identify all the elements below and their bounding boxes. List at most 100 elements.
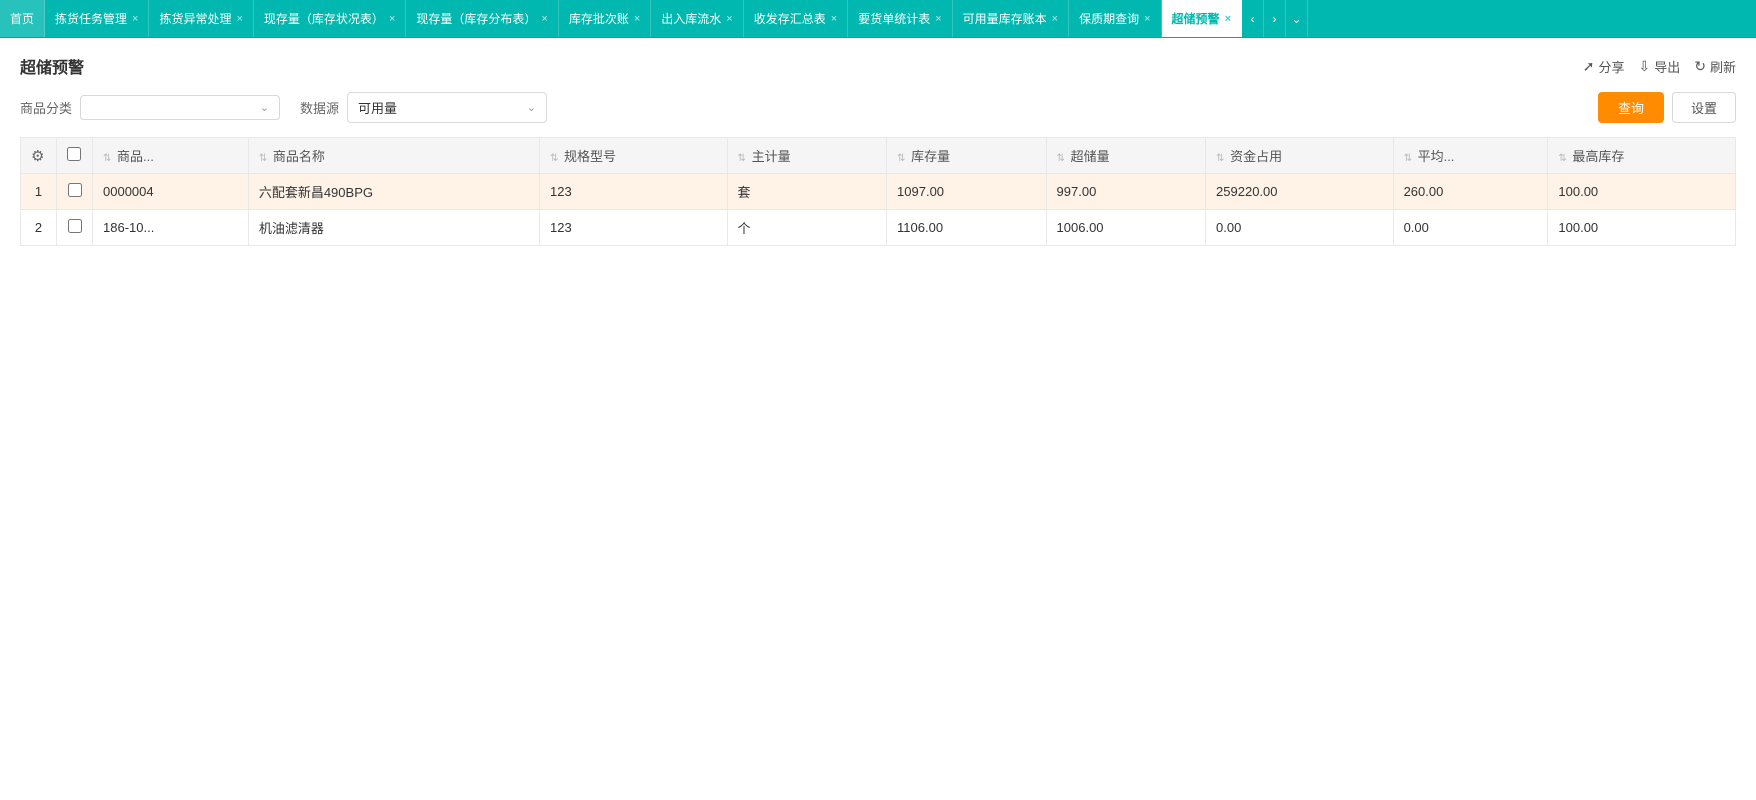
datasource-label: 数据源 [300, 98, 339, 117]
close-icon[interactable]: × [1052, 13, 1058, 25]
col-spec-header[interactable]: ⇅ 规格型号 [540, 138, 728, 174]
col-product-name-header[interactable]: ⇅ 商品名称 [248, 138, 539, 174]
nav-item-receipt-summary[interactable]: 收发存汇总表 × [744, 0, 848, 37]
nav-item-overstock-warning[interactable]: 超储预警 × [1162, 0, 1242, 37]
close-icon[interactable]: × [935, 13, 941, 25]
nav-prev-arrow[interactable]: ‹ [1242, 0, 1264, 37]
row-stock: 1106.00 [887, 210, 1047, 246]
table-row: 1 0000004 六配套新昌490BPG 123 套 1097.00 997.… [21, 174, 1736, 210]
col-check-header [57, 138, 93, 174]
nav-item-current-stock-status[interactable]: 现存量（库存状况表） × [254, 0, 406, 37]
sort-icon: ⇅ [1404, 153, 1412, 164]
close-icon[interactable]: × [726, 13, 732, 25]
category-label: 商品分类 [20, 98, 72, 117]
filter-buttons: 查询 设置 [1598, 92, 1736, 123]
table-wrapper: ⚙ ⇅ 商品... ⇅ 商品名称 ⇅ 规格型号 [20, 137, 1736, 246]
header-actions: ➚ 分享 ⇩ 导出 ↻ 刷新 [1583, 57, 1736, 76]
nav-item-current-stock-dist[interactable]: 现存量（库存分布表） × [406, 0, 558, 37]
query-button[interactable]: 查询 [1598, 92, 1664, 123]
nav-item-available-stock[interactable]: 可用量库存账本 × [953, 0, 1069, 37]
row-product-code: 186-10... [93, 210, 249, 246]
table-body: 1 0000004 六配套新昌490BPG 123 套 1097.00 997.… [21, 174, 1736, 246]
close-icon[interactable]: × [1225, 13, 1231, 25]
nav-menu-arrow[interactable]: ⌄ [1286, 0, 1308, 37]
close-icon[interactable]: × [541, 13, 547, 25]
nav-item-quality-period[interactable]: 保质期查询 × [1069, 0, 1161, 37]
sort-icon: ⇅ [1057, 153, 1065, 164]
filter-category: 商品分类 ⌄ [20, 95, 280, 120]
col-capital-header[interactable]: ⇅ 资金占用 [1206, 138, 1394, 174]
row-max-stock: 100.00 [1548, 210, 1736, 246]
chevron-down-icon: ⌄ [527, 101, 536, 114]
row-checkbox-cell [57, 210, 93, 246]
refresh-icon: ↻ [1694, 58, 1706, 75]
nav-item-inout-flow[interactable]: 出入库流水 × [651, 0, 743, 37]
col-settings-header: ⚙ [21, 138, 57, 174]
nav-item-picking-exception[interactable]: 拣货异常处理 × [149, 0, 253, 37]
row-overstock: 1006.00 [1046, 210, 1206, 246]
close-icon[interactable]: × [831, 13, 837, 25]
row-max-stock: 100.00 [1548, 174, 1736, 210]
close-icon[interactable]: × [132, 13, 138, 25]
datasource-select[interactable]: 可用量 ⌄ [347, 92, 547, 123]
row-product-name: 机油滤清器 [248, 210, 539, 246]
col-overstock-header[interactable]: ⇅ 超储量 [1046, 138, 1206, 174]
refresh-button[interactable]: ↻ 刷新 [1694, 57, 1736, 76]
row-checkbox[interactable] [68, 183, 82, 197]
sort-icon: ⇅ [550, 153, 558, 164]
col-unit-header[interactable]: ⇅ 主计量 [727, 138, 887, 174]
row-index: 1 [21, 174, 57, 210]
close-icon[interactable]: × [236, 13, 242, 25]
nav-item-order-stats[interactable]: 要货单统计表 × [848, 0, 952, 37]
table-header: ⚙ ⇅ 商品... ⇅ 商品名称 ⇅ 规格型号 [21, 138, 1736, 174]
row-stock: 1097.00 [887, 174, 1047, 210]
filter-datasource: 数据源 可用量 ⌄ [300, 92, 547, 123]
row-capital: 0.00 [1206, 210, 1394, 246]
row-product-code: 0000004 [93, 174, 249, 210]
row-unit: 个 [727, 210, 887, 246]
export-button[interactable]: ⇩ 导出 [1639, 57, 1681, 76]
row-spec: 123 [540, 174, 728, 210]
row-avg: 0.00 [1393, 210, 1548, 246]
close-icon[interactable]: × [1144, 13, 1150, 25]
category-select[interactable]: ⌄ [80, 95, 280, 120]
row-product-name: 六配套新昌490BPG [248, 174, 539, 210]
sort-icon: ⇅ [1558, 153, 1566, 164]
chevron-down-icon: ⌄ [260, 101, 269, 114]
table-row: 2 186-10... 机油滤清器 123 个 1106.00 1006.00 … [21, 210, 1736, 246]
sort-icon: ⇅ [738, 153, 746, 164]
row-checkbox[interactable] [68, 219, 82, 233]
nav-next-arrow[interactable]: › [1264, 0, 1286, 37]
row-spec: 123 [540, 210, 728, 246]
sort-icon: ⇅ [259, 153, 267, 164]
settings-button[interactable]: 设置 [1672, 92, 1736, 123]
col-max-stock-header[interactable]: ⇅ 最高库存 [1548, 138, 1736, 174]
filter-row: 商品分类 ⌄ 数据源 可用量 ⌄ 查询 设置 [20, 92, 1736, 123]
row-checkbox-cell [57, 174, 93, 210]
top-navigation: 首页 拣货任务管理 × 拣货异常处理 × 现存量（库存状况表） × 现存量（库存… [0, 0, 1756, 38]
close-icon[interactable]: × [634, 13, 640, 25]
nav-item-home[interactable]: 首页 [0, 0, 45, 37]
close-icon[interactable]: × [389, 13, 395, 25]
share-button[interactable]: ➚ 分享 [1583, 57, 1625, 76]
sort-icon: ⇅ [897, 153, 905, 164]
col-product-code-header[interactable]: ⇅ 商品... [93, 138, 249, 174]
page-title: 超储预警 [20, 54, 84, 78]
gear-icon[interactable]: ⚙ [31, 148, 44, 165]
row-index: 2 [21, 210, 57, 246]
row-capital: 259220.00 [1206, 174, 1394, 210]
data-table: ⚙ ⇅ 商品... ⇅ 商品名称 ⇅ 规格型号 [20, 137, 1736, 246]
row-unit: 套 [727, 174, 887, 210]
datasource-value: 可用量 [358, 98, 397, 117]
col-avg-header[interactable]: ⇅ 平均... [1393, 138, 1548, 174]
nav-item-batch-account[interactable]: 库存批次账 × [559, 0, 651, 37]
col-stock-header[interactable]: ⇅ 库存量 [887, 138, 1047, 174]
export-icon: ⇩ [1639, 58, 1651, 75]
select-all-checkbox[interactable] [67, 147, 81, 161]
share-icon: ➚ [1583, 58, 1595, 75]
sort-icon: ⇅ [1216, 153, 1224, 164]
row-overstock: 997.00 [1046, 174, 1206, 210]
sort-icon: ⇅ [103, 153, 111, 164]
nav-item-picking-task[interactable]: 拣货任务管理 × [45, 0, 149, 37]
page-header: 超储预警 ➚ 分享 ⇩ 导出 ↻ 刷新 [20, 54, 1736, 78]
